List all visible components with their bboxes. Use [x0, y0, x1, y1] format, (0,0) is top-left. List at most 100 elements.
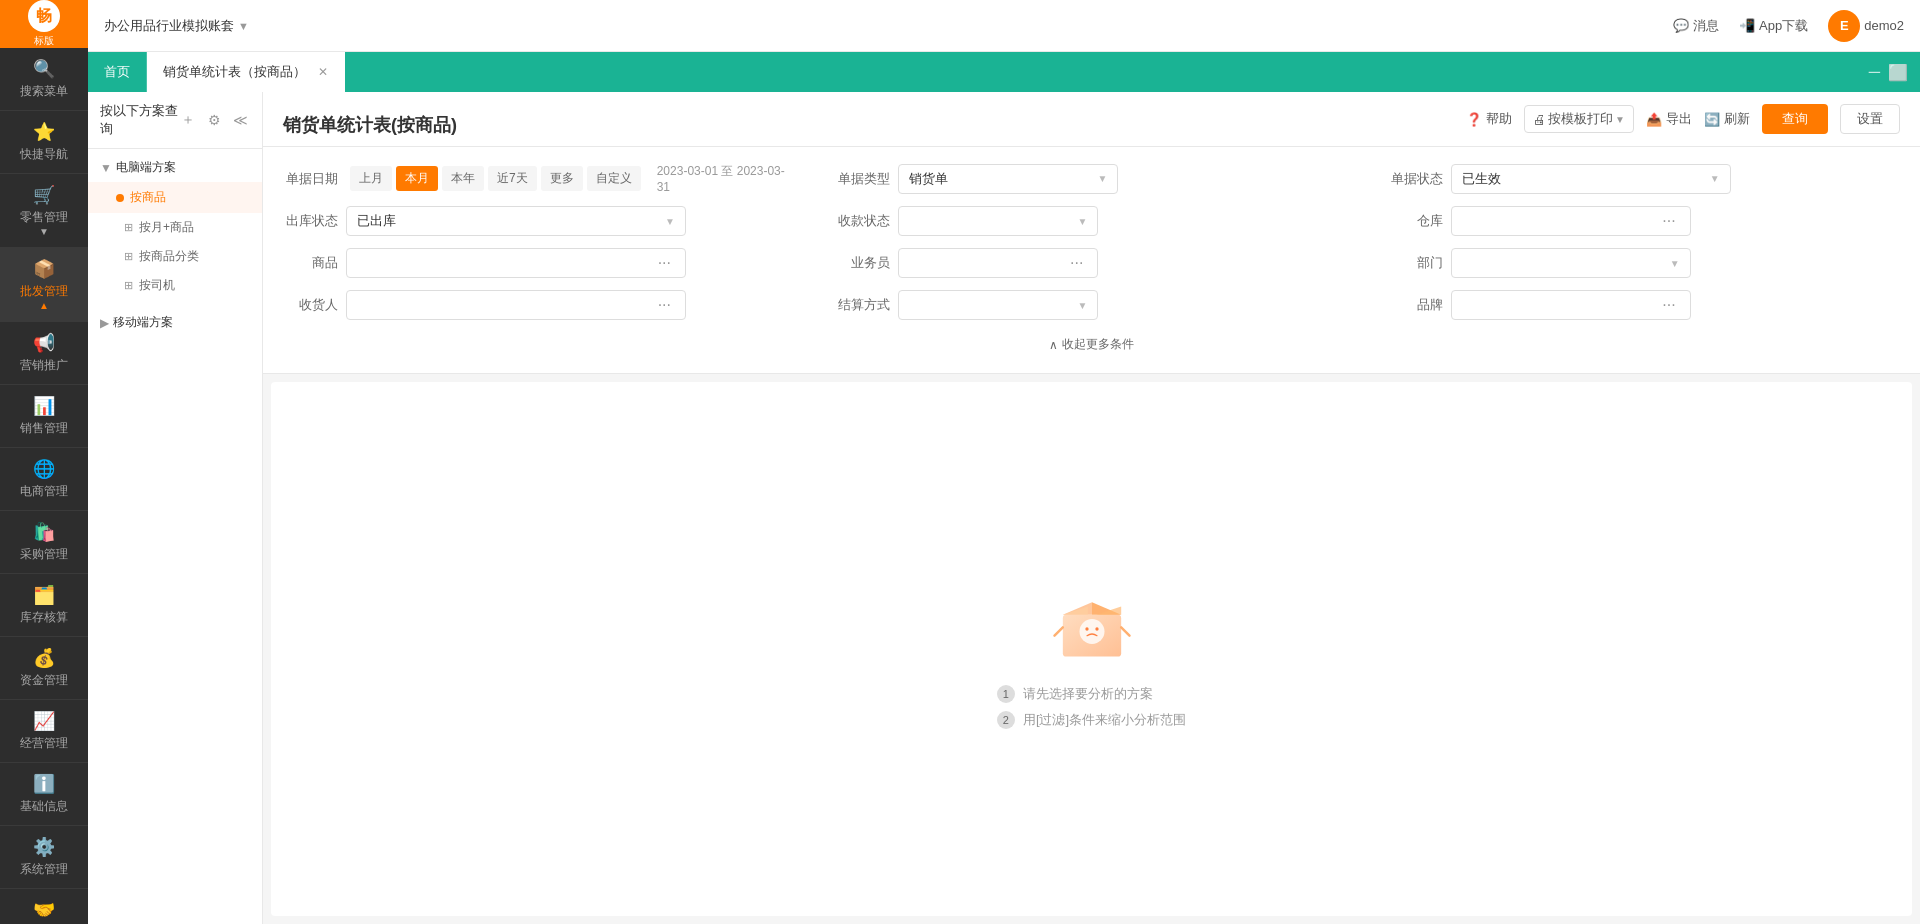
tab-home[interactable]: 首页: [88, 52, 147, 92]
date-range: 2023-03-01 至 2023-03-31: [657, 163, 796, 194]
sidebar-item-purchase[interactable]: 🛍️ 采购管理: [0, 511, 88, 574]
app-label: App下载: [1759, 17, 1808, 35]
filter-row-4: 收货人 ··· 结算方式 ▼ 品牌: [283, 290, 1900, 320]
export-button[interactable]: 📤 导出: [1646, 110, 1692, 128]
mobile-group-label: 移动端方案: [113, 314, 173, 331]
maximize-icon[interactable]: ⬜: [1888, 63, 1908, 82]
help-icon: ❓: [1466, 112, 1482, 127]
sidebar-item-finance[interactable]: 💰 资金管理: [0, 637, 88, 700]
scheme-item-label: 按商品: [130, 189, 166, 206]
message-icon: 💬: [1673, 18, 1689, 33]
sidebar-item-system[interactable]: ⚙️ 系统管理: [0, 826, 88, 889]
sidebar-item-label: 营销推广: [20, 357, 68, 374]
industry-selector[interactable]: 办公用品行业模拟账套 ▼: [104, 17, 249, 35]
chevron-down-icon: ▼: [1615, 114, 1625, 125]
svg-line-8: [1054, 627, 1062, 635]
message-action[interactable]: 💬 消息: [1673, 17, 1719, 35]
scheme-item-by-month-product[interactable]: ⊞ 按月+商品: [88, 213, 262, 242]
ellipsis-icon[interactable]: ···: [654, 254, 675, 272]
sidebar-item-marketing[interactable]: 📢 营销推广: [0, 322, 88, 385]
date-btn-more[interactable]: 更多: [541, 166, 583, 191]
out-status-select[interactable]: 已出库 ▼: [346, 206, 686, 236]
print-button[interactable]: 🖨 按模板打印 ▼: [1524, 105, 1634, 133]
mobile-scheme-group: ▶ 移动端方案: [88, 304, 262, 341]
mobile-group-header[interactable]: ▶ 移动端方案: [88, 308, 262, 337]
add-scheme-button[interactable]: ＋: [178, 110, 198, 130]
refresh-button[interactable]: 🔄 刷新: [1704, 110, 1750, 128]
pc-group-header[interactable]: ▼ 电脑端方案: [88, 153, 262, 182]
app-download-action[interactable]: 📲 App下载: [1739, 17, 1808, 35]
close-tab-icon[interactable]: ✕: [318, 65, 328, 79]
filter-product: 商品 ···: [283, 248, 795, 278]
warehouse-input[interactable]: ···: [1451, 206, 1691, 236]
settings-button[interactable]: 设置: [1840, 104, 1900, 134]
bill-status-select[interactable]: 已生效 ▼: [1451, 164, 1731, 194]
ellipsis-icon[interactable]: ···: [1658, 296, 1679, 314]
marketing-icon: 📢: [33, 332, 55, 354]
date-btn-7days[interactable]: 近7天: [488, 166, 537, 191]
svg-point-5: [1079, 619, 1104, 644]
date-btn-last-month[interactable]: 上月: [350, 166, 392, 191]
sidebar-logo[interactable]: 畅 标版: [0, 0, 88, 48]
tip-num-1: 1: [997, 685, 1015, 703]
brand-input[interactable]: ···: [1451, 290, 1691, 320]
help-button[interactable]: ❓ 帮助: [1466, 110, 1512, 128]
sidebar-item-label: 经营管理: [20, 735, 68, 752]
tip-1-text: 请先选择要分析的方案: [1023, 685, 1153, 703]
scheme-item-by-product[interactable]: 按商品: [88, 182, 262, 213]
ellipsis-icon[interactable]: ···: [1066, 254, 1087, 272]
product-input[interactable]: ···: [346, 248, 686, 278]
finance-icon: 💰: [33, 647, 55, 669]
query-button[interactable]: 查询: [1762, 104, 1828, 134]
sidebar-item-inventory[interactable]: 🗂️ 库存核算: [0, 574, 88, 637]
dept-select[interactable]: ▼: [1451, 248, 1691, 278]
date-btn-this-month[interactable]: 本月: [396, 166, 438, 191]
sidebar-item-sales[interactable]: 📊 销售管理: [0, 385, 88, 448]
date-btn-custom[interactable]: 自定义: [587, 166, 641, 191]
pc-group-label: 电脑端方案: [116, 159, 176, 176]
chevron-up-icon: ▲: [39, 300, 49, 311]
bill-type-select[interactable]: 销货单 ▼: [898, 164, 1118, 194]
industry-name: 办公用品行业模拟账套: [104, 17, 234, 35]
empty-tips: 1 请先选择要分析的方案 2 用[过滤]条件来缩小分析范围: [997, 685, 1186, 729]
sidebar-item-basics[interactable]: ℹ️ 基础信息: [0, 763, 88, 826]
sidebar-item-quick-nav[interactable]: ⭐ 快捷导航: [0, 111, 88, 174]
sales-icon: 📊: [33, 395, 55, 417]
receiver-input[interactable]: ···: [346, 290, 686, 320]
chevron-up-icon: ∧: [1049, 338, 1058, 352]
ellipsis-icon[interactable]: ···: [1658, 212, 1679, 230]
chevron-down-icon: ▼: [1077, 300, 1087, 311]
staff-input[interactable]: ···: [898, 248, 1098, 278]
date-btn-this-year[interactable]: 本年: [442, 166, 484, 191]
settle-label: 结算方式: [835, 296, 890, 314]
sidebar-item-ecommerce[interactable]: 🌐 电商管理: [0, 448, 88, 511]
scheme-item-by-client[interactable]: ⊞ 按司机: [88, 271, 262, 300]
scheme-item-by-category[interactable]: ⊞ 按商品分类: [88, 242, 262, 271]
sidebar-item-label: 搜索菜单: [20, 83, 68, 100]
sidebar-item-label: 零售管理: [20, 209, 68, 226]
chevron-down-icon: ▼: [1710, 173, 1720, 184]
sidebar-item-operation[interactable]: 📈 经营管理: [0, 700, 88, 763]
settle-select[interactable]: ▼: [898, 290, 1098, 320]
sidebar-item-enterprise[interactable]: 🤝 企业协同: [0, 889, 88, 924]
sidebar-item-wholesale[interactable]: 📦 批发管理 ▲: [0, 248, 88, 322]
ellipsis-icon[interactable]: ···: [654, 296, 675, 314]
minimize-icon[interactable]: ─: [1869, 63, 1880, 81]
inventory-icon: 🗂️: [33, 584, 55, 606]
user-section[interactable]: E demo2: [1828, 10, 1904, 42]
sidebar-item-retail[interactable]: 🛒 零售管理 ▼: [0, 174, 88, 248]
sidebar-item-label: 快捷导航: [20, 146, 68, 163]
tab-sales-stats[interactable]: 销货单统计表（按商品） ✕: [147, 52, 345, 92]
search-icon: 🔍: [33, 58, 55, 80]
window-controls: ─ ⬜: [1869, 52, 1920, 92]
settings-scheme-button[interactable]: ⚙: [204, 110, 224, 130]
collapse-button[interactable]: ∧ 收起更多条件: [283, 332, 1900, 357]
main-content: 销货单统计表(按商品) ❓ 帮助 🖨 按模板打印 ▼ 📤 导出: [263, 92, 1920, 924]
sidebar-item-search[interactable]: 🔍 搜索菜单: [0, 48, 88, 111]
star-icon: ⭐: [33, 121, 55, 143]
tip-2-text: 用[过滤]条件来缩小分析范围: [1023, 711, 1186, 729]
brand-label: 品牌: [1388, 296, 1443, 314]
payment-select[interactable]: ▼: [898, 206, 1098, 236]
collapse-scheme-button[interactable]: ≪: [230, 110, 250, 130]
page-header: 销货单统计表(按商品) ❓ 帮助 🖨 按模板打印 ▼ 📤 导出: [263, 92, 1920, 147]
